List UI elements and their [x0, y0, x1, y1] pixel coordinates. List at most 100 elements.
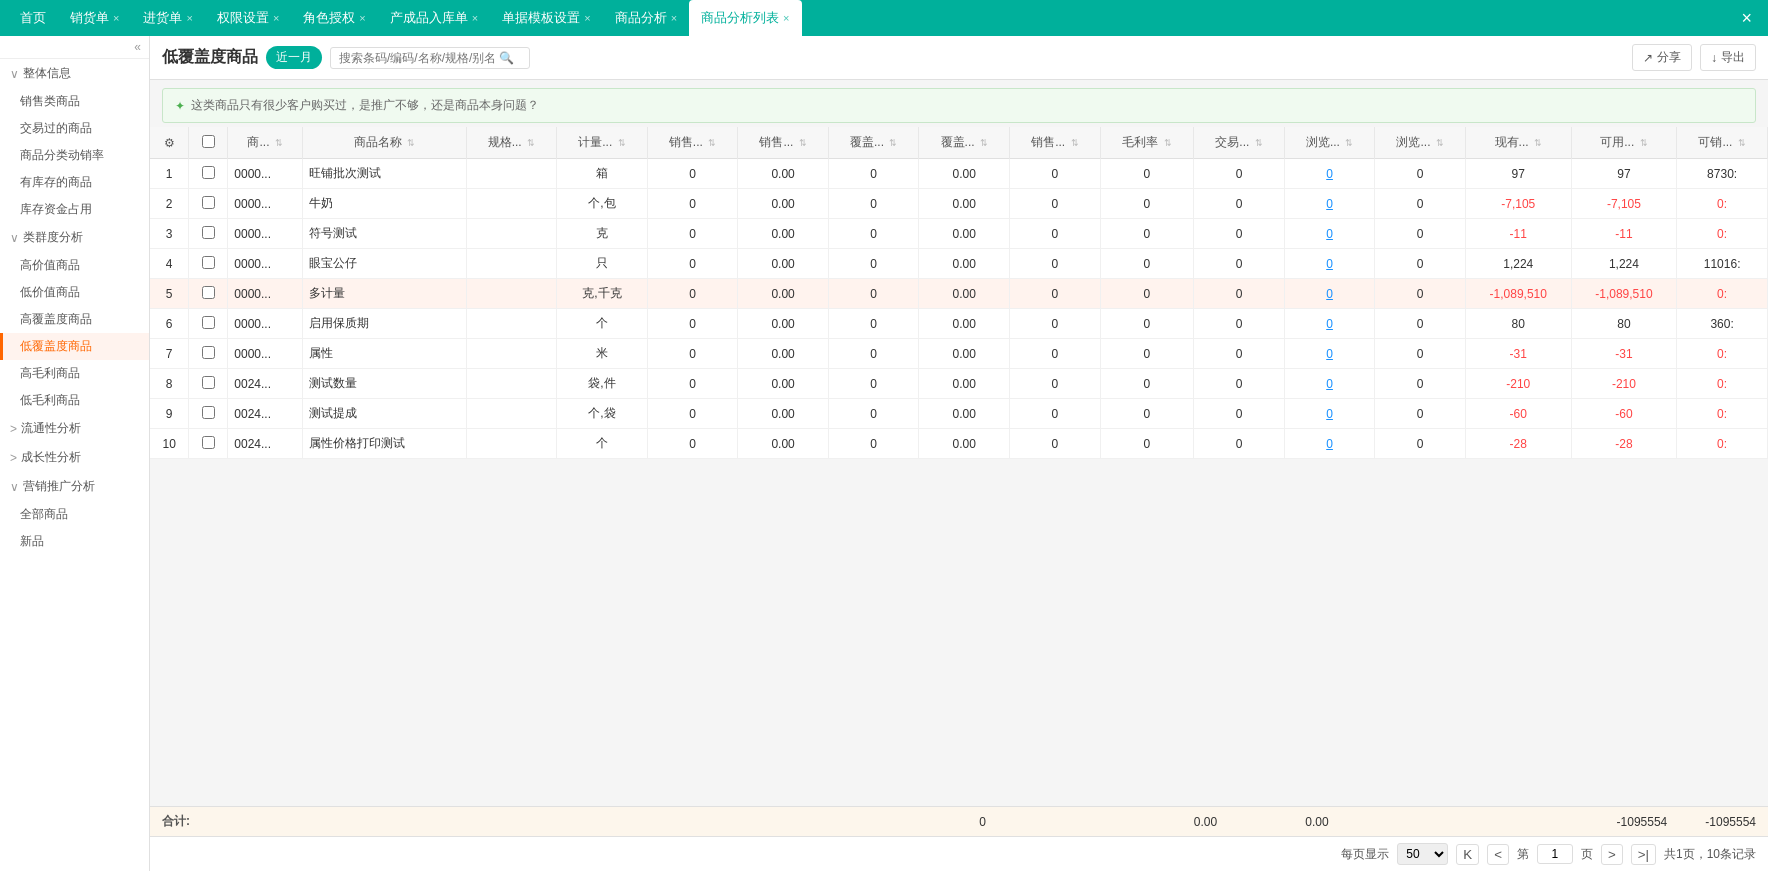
- nav-close-icon[interactable]: ×: [584, 12, 590, 24]
- sidebar-item-sales-goods[interactable]: 销售类商品: [0, 88, 149, 115]
- period-button[interactable]: 近一月: [266, 46, 322, 69]
- row-code: 0000...: [228, 189, 303, 219]
- row-current: 80: [1465, 309, 1571, 339]
- window-close-button[interactable]: ×: [1733, 8, 1760, 29]
- row-checkbox[interactable]: [189, 399, 228, 429]
- nav-permissions[interactable]: 权限设置 ×: [205, 0, 291, 36]
- nav-close-icon[interactable]: ×: [671, 12, 677, 24]
- row-checkbox[interactable]: [189, 189, 228, 219]
- first-page-button[interactable]: K: [1456, 844, 1479, 865]
- sidebar-item-high-value[interactable]: 高价值商品: [0, 252, 149, 279]
- row-browse1[interactable]: 0: [1284, 249, 1375, 279]
- sidebar-section-overall[interactable]: ∨ 整体信息: [0, 59, 149, 88]
- row-checkbox[interactable]: [189, 339, 228, 369]
- sidebar-section-marketing[interactable]: ∨ 营销推广分析: [0, 472, 149, 501]
- nav-product-analysis-list[interactable]: 商品分析列表 ×: [689, 0, 801, 36]
- column-settings[interactable]: ⚙: [150, 127, 189, 159]
- column-checkbox[interactable]: [189, 127, 228, 159]
- row-browse1[interactable]: 0: [1284, 399, 1375, 429]
- row-cover1: 0: [828, 429, 919, 459]
- sidebar-item-inventory-goods[interactable]: 有库存的商品: [0, 169, 149, 196]
- row-select-checkbox[interactable]: [202, 166, 215, 179]
- row-select-checkbox[interactable]: [202, 376, 215, 389]
- chevron-right-icon: >: [10, 422, 17, 436]
- row-gross-margin: 0: [1100, 189, 1194, 219]
- last-page-button[interactable]: >|: [1631, 844, 1656, 865]
- row-checkbox[interactable]: [189, 309, 228, 339]
- nav-close-icon[interactable]: ×: [472, 12, 478, 24]
- sidebar-item-category-sales-rate[interactable]: 商品分类动销率: [0, 142, 149, 169]
- row-code: 0024...: [228, 399, 303, 429]
- row-spec: [466, 279, 557, 309]
- nav-product-analysis[interactable]: 商品分析 ×: [603, 0, 689, 36]
- sidebar-item-all-goods[interactable]: 全部商品: [0, 501, 149, 528]
- row-checkbox[interactable]: [189, 279, 228, 309]
- row-select-checkbox[interactable]: [202, 346, 215, 359]
- row-browse1[interactable]: 0: [1284, 429, 1375, 459]
- column-spec: 规格... ⇅: [466, 127, 557, 159]
- table-header-row: ⚙ 商... ⇅ 商品名称 ⇅ 规格... ⇅ 计量... ⇅ 销售... ⇅ …: [150, 127, 1768, 159]
- row-checkbox[interactable]: [189, 159, 228, 189]
- row-sales3: 0: [1010, 339, 1101, 369]
- nav-purchase-order[interactable]: 进货单 ×: [131, 0, 204, 36]
- sidebar-item-high-coverage[interactable]: 高覆盖度商品: [0, 306, 149, 333]
- nav-role-auth[interactable]: 角色授权 ×: [291, 0, 377, 36]
- row-checkbox[interactable]: [189, 249, 228, 279]
- export-button[interactable]: ↓ 导出: [1700, 44, 1756, 71]
- row-select-checkbox[interactable]: [202, 406, 215, 419]
- nav-close-icon[interactable]: ×: [783, 12, 789, 24]
- sidebar-item-new-goods[interactable]: 新品: [0, 528, 149, 555]
- export-icon: ↓: [1711, 51, 1717, 65]
- row-available: -31: [1571, 339, 1677, 369]
- sidebar-collapse-button[interactable]: «: [0, 36, 149, 59]
- row-browse1[interactable]: 0: [1284, 219, 1375, 249]
- nav-close-icon[interactable]: ×: [186, 12, 192, 24]
- sidebar-item-traded-goods[interactable]: 交易过的商品: [0, 115, 149, 142]
- row-checkbox[interactable]: [189, 369, 228, 399]
- select-all-checkbox[interactable]: [202, 135, 215, 148]
- row-select-checkbox[interactable]: [202, 436, 215, 449]
- row-saleable: 360:: [1677, 309, 1768, 339]
- sidebar-section-cluster[interactable]: ∨ 类群度分析: [0, 223, 149, 252]
- row-browse1[interactable]: 0: [1284, 189, 1375, 219]
- row-trade: 0: [1194, 159, 1285, 189]
- sidebar-item-low-margin[interactable]: 低毛利商品: [0, 387, 149, 414]
- next-page-button[interactable]: >: [1601, 844, 1623, 865]
- search-input[interactable]: [339, 51, 499, 65]
- nav-close-icon[interactable]: ×: [113, 12, 119, 24]
- sidebar-item-high-margin[interactable]: 高毛利商品: [0, 360, 149, 387]
- nav-product-inbound[interactable]: 产成品入库单 ×: [378, 0, 490, 36]
- nav-template-settings[interactable]: 单据模板设置 ×: [490, 0, 602, 36]
- nav-close-icon[interactable]: ×: [359, 12, 365, 24]
- prev-page-button[interactable]: <: [1487, 844, 1509, 865]
- sidebar-item-low-coverage[interactable]: 低覆盖度商品: [0, 333, 149, 360]
- row-browse1[interactable]: 0: [1284, 339, 1375, 369]
- share-button[interactable]: ↗ 分享: [1632, 44, 1692, 71]
- row-browse1[interactable]: 0: [1284, 309, 1375, 339]
- row-select-checkbox[interactable]: [202, 196, 215, 209]
- row-sales3: 0: [1010, 279, 1101, 309]
- row-browse2: 0: [1375, 399, 1466, 429]
- row-select-checkbox[interactable]: [202, 256, 215, 269]
- row-browse1[interactable]: 0: [1284, 159, 1375, 189]
- row-select-checkbox[interactable]: [202, 226, 215, 239]
- page-number-input[interactable]: [1537, 844, 1573, 864]
- sidebar-item-low-value[interactable]: 低价值商品: [0, 279, 149, 306]
- per-page-select[interactable]: 50 100 200: [1397, 843, 1448, 865]
- row-available: -11: [1571, 219, 1677, 249]
- row-select-checkbox[interactable]: [202, 316, 215, 329]
- row-name: 属性: [302, 339, 466, 369]
- row-select-checkbox[interactable]: [202, 286, 215, 299]
- nav-sales-order[interactable]: 销货单 ×: [58, 0, 131, 36]
- sidebar-item-inventory-funds[interactable]: 库存资金占用: [0, 196, 149, 223]
- row-checkbox[interactable]: [189, 219, 228, 249]
- nav-home[interactable]: 首页: [8, 0, 58, 36]
- row-checkbox[interactable]: [189, 429, 228, 459]
- sidebar-section-growth[interactable]: > 成长性分析: [0, 443, 149, 472]
- row-browse1[interactable]: 0: [1284, 369, 1375, 399]
- row-browse1[interactable]: 0: [1284, 279, 1375, 309]
- row-sales2: 0.00: [738, 279, 829, 309]
- nav-close-icon[interactable]: ×: [273, 12, 279, 24]
- row-no: 7: [150, 339, 189, 369]
- sidebar-section-liquidity[interactable]: > 流通性分析: [0, 414, 149, 443]
